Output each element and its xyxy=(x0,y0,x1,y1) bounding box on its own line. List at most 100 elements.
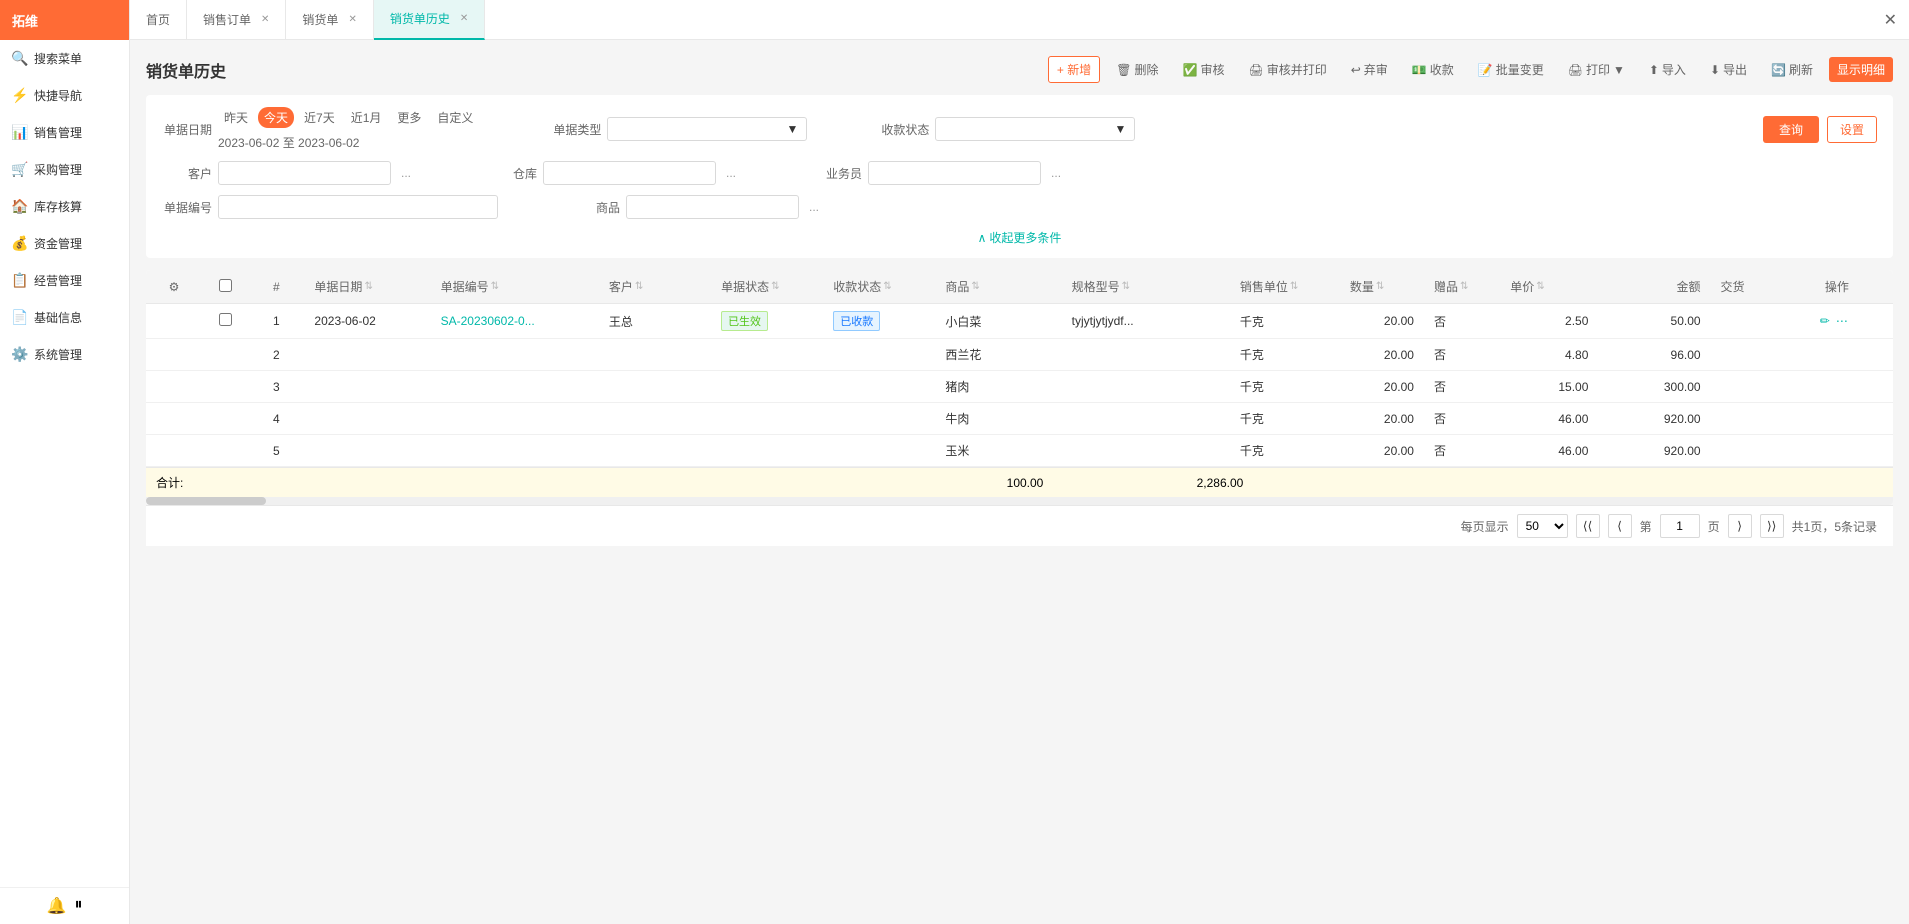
row-code[interactable] xyxy=(431,403,599,435)
date-tab-today[interactable]: 今天 xyxy=(258,107,294,128)
sidebar-item-system[interactable]: ⚙️ 系统管理 xyxy=(0,336,129,373)
last-page-button[interactable]: ⟩⟩ xyxy=(1760,514,1784,538)
review-button[interactable]: ✅ 审核 xyxy=(1174,57,1232,82)
th-settings[interactable]: ⚙ xyxy=(146,270,202,304)
prev-page-button[interactable]: ⟨ xyxy=(1608,514,1632,538)
warehouse-dots-button[interactable]: ... xyxy=(722,164,740,182)
th-checkbox[interactable] xyxy=(202,270,248,304)
table-row: 3猪肉千克20.00否15.00300.00 xyxy=(146,371,1893,403)
tab-home[interactable]: 首页 xyxy=(130,0,187,40)
export-button[interactable]: ⬇ 导出 xyxy=(1702,57,1755,82)
per-page-select[interactable]: 50 20 100 200 xyxy=(1517,514,1568,538)
doc-type-select[interactable]: ▼ xyxy=(607,117,807,141)
row-checkbox-cell[interactable] xyxy=(202,371,248,403)
tab-sales-goods-close[interactable]: ✕ xyxy=(348,14,356,25)
date-tab-custom[interactable]: 自定义 xyxy=(431,107,479,128)
sidebar-item-inventory[interactable]: 🏠 库存核算 xyxy=(0,188,129,225)
row-code[interactable] xyxy=(431,339,599,371)
first-page-button[interactable]: ⟨⟨ xyxy=(1576,514,1600,538)
tab-sales-order[interactable]: 销售订单 ✕ xyxy=(187,0,286,40)
date-tab-1month[interactable]: 近1月 xyxy=(345,107,388,128)
row-price: 2.50 xyxy=(1500,304,1598,339)
th-goods[interactable]: 商品 ⇅ xyxy=(935,270,1061,304)
th-doc-status[interactable]: 单据状态 ⇅ xyxy=(711,270,823,304)
th-price[interactable]: 单价 ⇅ xyxy=(1500,270,1598,304)
row-code[interactable] xyxy=(431,435,599,467)
th-client[interactable]: 客户 ⇅ xyxy=(599,270,711,304)
page-number-input[interactable] xyxy=(1660,514,1700,538)
horizontal-scrollbar[interactable] xyxy=(146,497,1893,505)
tab-sales-history-close[interactable]: ✕ xyxy=(460,13,468,24)
staff-input[interactable] xyxy=(868,161,1041,185)
th-spec[interactable]: 规格型号 ⇅ xyxy=(1062,270,1230,304)
export-button-label: 导出 xyxy=(1723,61,1747,78)
row-code[interactable] xyxy=(431,371,599,403)
window-close-button[interactable]: ✕ xyxy=(1872,10,1909,30)
tab-sales-order-close[interactable]: ✕ xyxy=(261,14,269,25)
date-tab-more[interactable]: 更多 xyxy=(391,107,427,128)
next-page-button[interactable]: ⟩ xyxy=(1728,514,1752,538)
print-button[interactable]: 🖨 打印 ▼ xyxy=(1560,57,1633,82)
show-detail-button[interactable]: 显示明细 xyxy=(1829,57,1893,82)
review-print-button[interactable]: 🖨 审核并打印 xyxy=(1240,57,1334,82)
row-code[interactable]: SA-20230602-0... xyxy=(431,304,599,339)
collect-button[interactable]: 💵 收款 xyxy=(1404,57,1462,82)
pay-status-select[interactable]: ▼ xyxy=(935,117,1135,141)
tab-sales-goods[interactable]: 销货单 ✕ xyxy=(286,0,373,40)
table-settings-icon[interactable]: ⚙ xyxy=(169,280,180,294)
collapse-button[interactable]: ∧ 收起更多条件 xyxy=(162,229,1877,246)
sidebar-item-label: 采购管理 xyxy=(34,161,82,178)
scrollbar-thumb[interactable] xyxy=(146,497,266,505)
settings-button[interactable]: 设置 xyxy=(1827,116,1877,143)
row-code-link[interactable]: SA-20230602-0... xyxy=(441,314,535,328)
refresh-button[interactable]: 🔄 刷新 xyxy=(1763,57,1821,82)
th-code[interactable]: 单据编号 ⇅ xyxy=(431,270,599,304)
warehouse-input[interactable] xyxy=(543,161,716,185)
pause-icon[interactable]: ⏸ xyxy=(74,896,82,916)
sidebar-item-search-menu[interactable]: 🔍 搜索菜单 xyxy=(0,40,129,77)
notification-icon[interactable]: 🔔 xyxy=(47,896,67,916)
sidebar-item-quick-nav[interactable]: ⚡ 快捷导航 xyxy=(0,77,129,114)
row-checkbox-cell[interactable] xyxy=(202,435,248,467)
tab-sales-history[interactable]: 销货单历史 ✕ xyxy=(374,0,485,40)
row-action-button[interactable]: ✏ xyxy=(1820,314,1830,328)
row-checkbox-cell[interactable] xyxy=(202,339,248,371)
delete-button[interactable]: 🗑 删除 xyxy=(1108,57,1166,82)
import-button[interactable]: ⬆ 导入 xyxy=(1641,57,1694,82)
th-num: # xyxy=(248,270,304,304)
client-dots-button[interactable]: ... xyxy=(397,164,415,182)
gift-sort-icon: ⇅ xyxy=(1460,281,1468,292)
row-spec xyxy=(1062,403,1230,435)
th-gift[interactable]: 赠品 ⇅ xyxy=(1424,270,1500,304)
row-checkbox-cell[interactable] xyxy=(202,304,248,339)
batch-change-button[interactable]: 📝 批量变更 xyxy=(1470,57,1552,82)
date-tab-7days[interactable]: 近7天 xyxy=(298,107,341,128)
th-qty[interactable]: 数量 ⇅ xyxy=(1340,270,1424,304)
date-tab-yesterday[interactable]: 昨天 xyxy=(218,107,254,128)
row-action-cell xyxy=(1781,339,1893,371)
sidebar-item-sales-mgmt[interactable]: 📊 销售管理 xyxy=(0,114,129,151)
th-date[interactable]: 单据日期 ⇅ xyxy=(304,270,430,304)
th-unit[interactable]: 销售单位 ⇅ xyxy=(1230,270,1340,304)
row-checkbox[interactable] xyxy=(219,313,232,326)
staff-dots-button[interactable]: ... xyxy=(1047,164,1065,182)
row-doc-status: 已生效 xyxy=(711,304,823,339)
doc-number-input[interactable] xyxy=(218,195,498,219)
summary-label: 合计: xyxy=(156,474,183,491)
goods-input[interactable] xyxy=(626,195,799,219)
client-input[interactable] xyxy=(218,161,391,185)
abandon-button[interactable]: ↩ 弃审 xyxy=(1343,57,1396,82)
th-pay-status[interactable]: 收款状态 ⇅ xyxy=(823,270,935,304)
select-all-checkbox[interactable] xyxy=(219,279,232,292)
new-button[interactable]: + 新增 xyxy=(1048,56,1100,83)
sidebar-item-basic-info[interactable]: 📄 基础信息 xyxy=(0,299,129,336)
sidebar-item-ops[interactable]: 📋 经营管理 xyxy=(0,262,129,299)
goods-dots-button[interactable]: ... xyxy=(805,198,823,216)
row-action-button[interactable]: ⋯ xyxy=(1836,314,1848,328)
query-button[interactable]: 查询 xyxy=(1763,116,1819,143)
total-info: 共1页，5条记录 xyxy=(1792,518,1877,535)
sidebar-item-purchase-mgmt[interactable]: 🛒 采购管理 xyxy=(0,151,129,188)
sidebar-item-finance[interactable]: 💰 资金管理 xyxy=(0,225,129,262)
row-gift: 否 xyxy=(1424,304,1500,339)
row-checkbox-cell[interactable] xyxy=(202,403,248,435)
